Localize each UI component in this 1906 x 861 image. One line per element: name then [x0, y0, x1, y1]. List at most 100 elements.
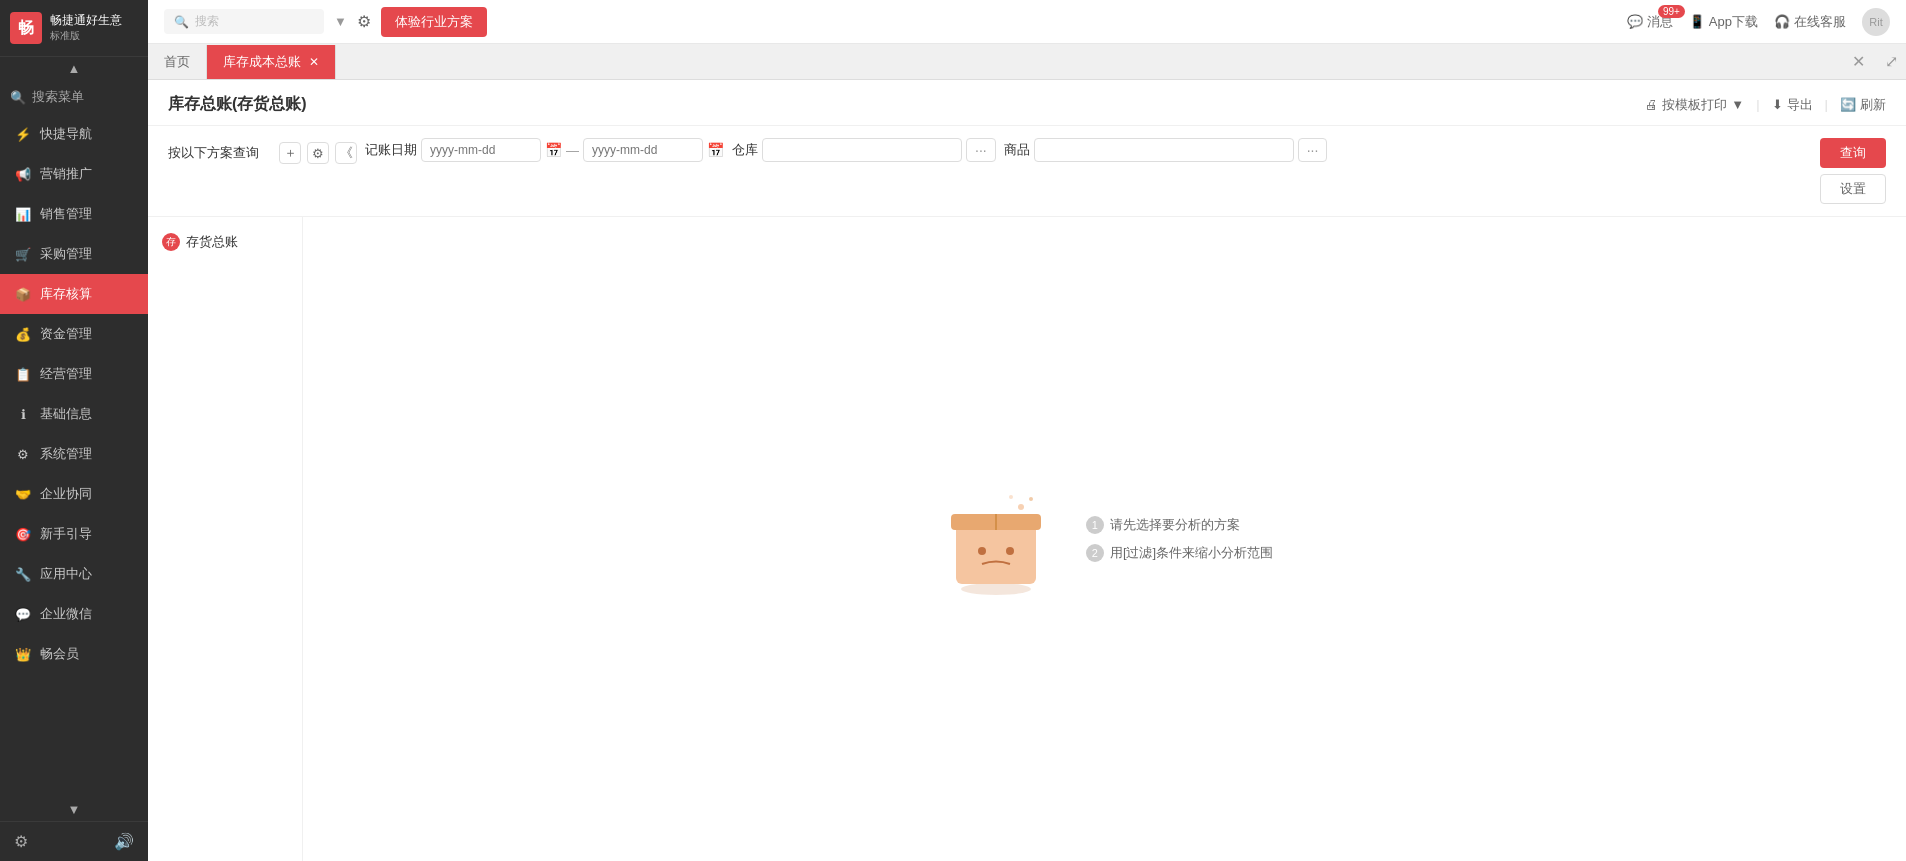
divider2: | — [1825, 97, 1828, 112]
product-more-btn[interactable]: ··· — [1298, 138, 1328, 162]
message-badge: 99+ — [1658, 5, 1685, 18]
sidebar-item-marketing[interactable]: 📢 营销推广 — [0, 154, 148, 194]
hint-1-text: 请先选择要分析的方案 — [1110, 516, 1240, 534]
svg-point-8 — [1009, 495, 1013, 499]
purchase-icon: 🛒 — [14, 245, 32, 263]
print-dropdown-icon[interactable]: ▼ — [1731, 97, 1744, 112]
date-to-input[interactable] — [583, 138, 703, 162]
logo-badge: 标准版 — [50, 29, 122, 43]
filter-right-btns: 查询 设置 — [1820, 138, 1886, 204]
warehouse-input[interactable] — [762, 138, 962, 162]
sidebar-item-guide[interactable]: 🎯 新手引导 — [0, 514, 148, 554]
date-field-group: 记账日期 📅 — 📅 — [365, 138, 724, 162]
page-header: 库存总账(存货总账) 🖨 按模板打印 ▼ | ⬇ 导出 | 🔄 刷新 — [148, 80, 1906, 126]
sidebar-item-member[interactable]: 👑 畅会员 — [0, 634, 148, 674]
sidebar-item-finance[interactable]: 💰 资金管理 — [0, 314, 148, 354]
scroll-up-btn[interactable]: ▲ — [0, 57, 148, 80]
sidebar-search-label: 搜索菜单 — [32, 88, 84, 106]
print-template-btn[interactable]: 🖨 按模板打印 ▼ — [1645, 96, 1744, 114]
print-label: 按模板打印 — [1662, 96, 1727, 114]
topbar-search-text: 搜索 — [195, 13, 219, 30]
online-service-btn[interactable]: 🎧 在线客服 — [1774, 13, 1846, 31]
sidebar-item-quick-nav[interactable]: ⚡ 快捷导航 — [0, 114, 148, 154]
page-header-actions: 🖨 按模板打印 ▼ | ⬇ 导出 | 🔄 刷新 — [1645, 96, 1886, 114]
scheme-item-icon: 存 — [162, 233, 180, 251]
tab-panel-close-btn[interactable]: ✕ — [1840, 52, 1877, 71]
empty-hint-2: 2 用[过滤]条件来缩小分析范围 — [1086, 544, 1273, 562]
app-icon: 📱 — [1689, 14, 1705, 29]
sidebar-item-label: 系统管理 — [40, 445, 92, 463]
settings-btn[interactable]: 设置 — [1820, 174, 1886, 204]
export-btn[interactable]: ⬇ 导出 — [1772, 96, 1813, 114]
hint-2-text: 用[过滤]条件来缩小分析范围 — [1110, 544, 1273, 562]
scheme-sidebar: 存 存货总账 — [148, 217, 303, 861]
sidebar-item-wechat[interactable]: 💬 企业微信 — [0, 594, 148, 634]
sidebar-item-system[interactable]: ⚙ 系统管理 — [0, 434, 148, 474]
empty-state: 1 请先选择要分析的方案 2 用[过滤]条件来缩小分析范围 — [303, 217, 1906, 861]
sidebar-item-label: 企业协同 — [40, 485, 92, 503]
svg-point-0 — [961, 583, 1031, 595]
sidebar-item-sales[interactable]: 📊 销售管理 — [0, 194, 148, 234]
calendar-to-icon[interactable]: 📅 — [707, 142, 724, 158]
warehouse-more-btn[interactable]: ··· — [966, 138, 996, 162]
sidebar-item-label: 基础信息 — [40, 405, 92, 423]
filter-actions: ＋ ⚙ 《 — [279, 138, 357, 164]
sidebar-item-basic-info[interactable]: ℹ 基础信息 — [0, 394, 148, 434]
calendar-from-icon[interactable]: 📅 — [545, 142, 562, 158]
member-icon: 👑 — [14, 645, 32, 663]
filter-collapse-btn[interactable]: 《 — [335, 142, 357, 164]
query-btn[interactable]: 查询 — [1820, 138, 1886, 168]
sidebar-item-label: 经营管理 — [40, 365, 92, 383]
sidebar-item-app-center[interactable]: 🔧 应用中心 — [0, 554, 148, 594]
tab-close-icon[interactable]: ✕ — [309, 55, 319, 69]
svg-point-7 — [1029, 497, 1033, 501]
scheme-item-inventory-ledger[interactable]: 存 存货总账 — [148, 225, 302, 259]
refresh-btn[interactable]: 🔄 刷新 — [1840, 96, 1886, 114]
sidebar-item-inventory[interactable]: 📦 库存核算 — [0, 274, 148, 314]
product-input[interactable] — [1034, 138, 1294, 162]
tab-home[interactable]: 首页 — [148, 45, 207, 79]
topbar-search-icon: 🔍 — [174, 15, 189, 29]
topbar-right: 💬 消息 99+ 📱 App下载 🎧 在线客服 Rit — [1627, 8, 1890, 36]
empty-svg — [936, 479, 1056, 599]
app-download-btn[interactable]: 📱 App下载 — [1689, 13, 1758, 31]
export-label: 导出 — [1787, 96, 1813, 114]
tab-panel-expand-btn[interactable]: ⤢ — [1877, 52, 1906, 71]
sidebar-search[interactable]: 🔍 搜索菜单 — [0, 80, 148, 114]
sidebar-item-enterprise[interactable]: 🤝 企业协同 — [0, 474, 148, 514]
wechat-icon: 💬 — [14, 605, 32, 623]
page-content: 库存总账(存货总账) 🖨 按模板打印 ▼ | ⬇ 导出 | 🔄 刷新 — [148, 80, 1906, 861]
filter-add-btn[interactable]: ＋ — [279, 142, 301, 164]
tab-home-label: 首页 — [164, 53, 190, 71]
sidebar-item-label: 企业微信 — [40, 605, 92, 623]
sidebar-item-purchase[interactable]: 🛒 采购管理 — [0, 234, 148, 274]
sidebar-item-operation[interactable]: 📋 经营管理 — [0, 354, 148, 394]
svg-rect-1 — [956, 524, 1036, 584]
operation-icon: 📋 — [14, 365, 32, 383]
trial-btn[interactable]: 体验行业方案 — [381, 7, 487, 37]
speaker-footer-icon[interactable]: 🔊 — [114, 832, 134, 851]
system-icon: ⚙ — [14, 445, 32, 463]
message-btn[interactable]: 💬 消息 99+ — [1627, 13, 1673, 31]
settings-footer-icon[interactable]: ⚙ — [14, 832, 28, 851]
main-body: 存 存货总账 — [148, 217, 1906, 861]
filter-config-btn[interactable]: ⚙ — [307, 142, 329, 164]
sidebar: 畅 畅捷通好生意 标准版 ▲ 🔍 搜索菜单 ⚡ 快捷导航 📢 营销推广 📊 销售… — [0, 0, 148, 861]
enterprise-icon: 🤝 — [14, 485, 32, 503]
finance-icon: 💰 — [14, 325, 32, 343]
sidebar-item-label: 快捷导航 — [40, 125, 92, 143]
topbar: 🔍 搜索 ▼ ⚙ 体验行业方案 💬 消息 99+ 📱 App下载 🎧 在线客服 … — [148, 0, 1906, 44]
sidebar-item-label: 库存核算 — [40, 285, 92, 303]
topbar-gear-icon[interactable]: ⚙ — [357, 12, 371, 31]
date-dash: — — [566, 143, 579, 158]
product-label: 商品 — [1004, 141, 1030, 159]
online-service-label: 在线客服 — [1794, 13, 1846, 31]
date-label: 记账日期 — [365, 141, 417, 159]
topbar-dropdown-icon[interactable]: ▼ — [334, 14, 347, 29]
logo-name: 畅捷通好生意 — [50, 13, 122, 29]
date-from-input[interactable] — [421, 138, 541, 162]
tab-inventory-cost[interactable]: 库存成本总账 ✕ — [207, 45, 336, 79]
topbar-search[interactable]: 🔍 搜索 — [164, 9, 324, 34]
scroll-down-btn[interactable]: ▼ — [0, 798, 148, 821]
user-avatar[interactable]: Rit — [1862, 8, 1890, 36]
